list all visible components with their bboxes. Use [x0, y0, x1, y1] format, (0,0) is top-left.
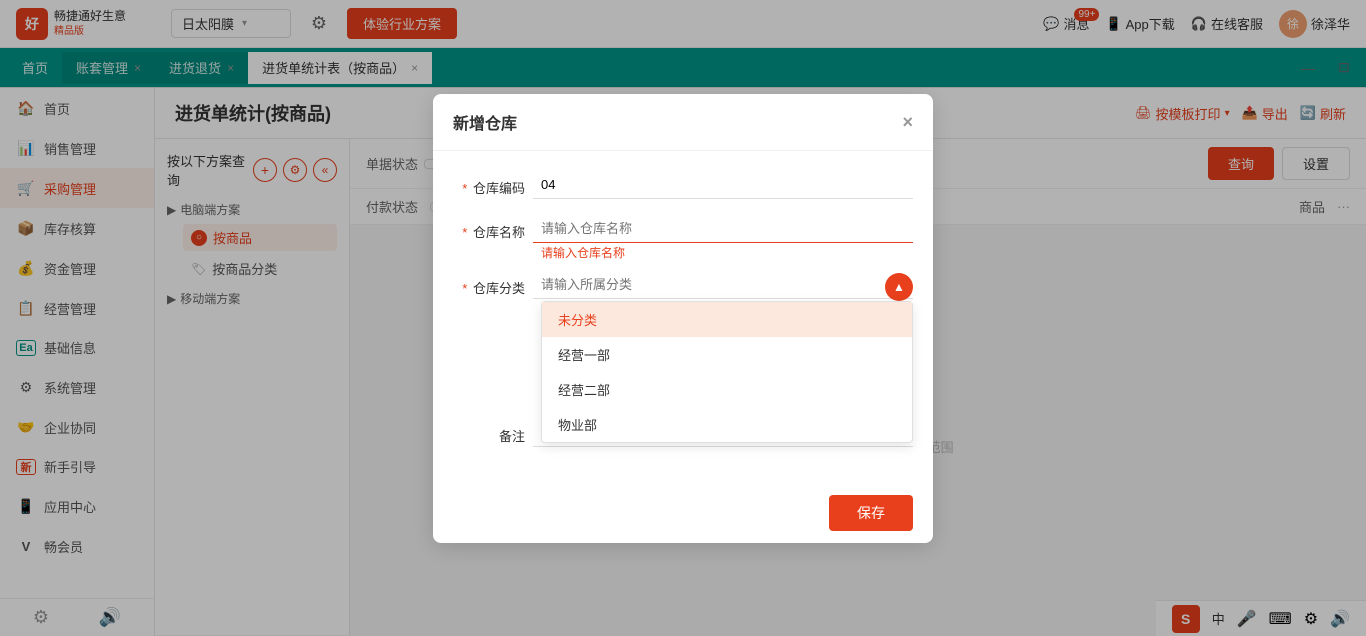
form-row-classify: * 仓库分类 ▲ 未分类 经营一部 经营二部 [453, 271, 913, 299]
modal-close-btn[interactable]: × [902, 113, 913, 131]
form-row-code: * 仓库编码 [453, 171, 913, 199]
modal-header: 新增仓库 × [433, 94, 933, 151]
modal-footer: 保存 [433, 483, 933, 543]
classify-input[interactable] [533, 271, 913, 299]
dropdown-item-3[interactable]: 物业部 [542, 407, 912, 442]
classify-toggle-btn[interactable]: ▲ [885, 273, 913, 301]
modal-new-warehouse: 新增仓库 × * 仓库编码 * 仓库名称 请输入仓库名称 [433, 94, 933, 543]
code-label: * 仓库编码 [453, 171, 533, 197]
classify-label: * 仓库分类 [453, 271, 533, 297]
dropdown-item-2[interactable]: 经营二部 [542, 372, 912, 407]
form-row-name: * 仓库名称 请输入仓库名称 [453, 215, 913, 243]
name-label: * 仓库名称 [453, 215, 533, 241]
dropdown-item-0[interactable]: 未分类 [542, 302, 912, 337]
classify-dropdown: 未分类 经营一部 经营二部 物业部 [541, 301, 913, 443]
save-btn[interactable]: 保存 [829, 495, 913, 531]
name-error-text: 请输入仓库名称 [541, 244, 625, 261]
modal-body: * 仓库编码 * 仓库名称 请输入仓库名称 * 仓库分类 [433, 151, 933, 483]
modal-backdrop: 新增仓库 × * 仓库编码 * 仓库名称 请输入仓库名称 [0, 0, 1366, 636]
name-input[interactable] [533, 215, 913, 243]
classify-wrapper: ▲ [533, 271, 913, 299]
modal-title: 新增仓库 [453, 110, 517, 134]
dropdown-item-1[interactable]: 经营一部 [542, 337, 912, 372]
code-input[interactable] [533, 171, 913, 199]
note-label: 备注 [453, 419, 533, 445]
